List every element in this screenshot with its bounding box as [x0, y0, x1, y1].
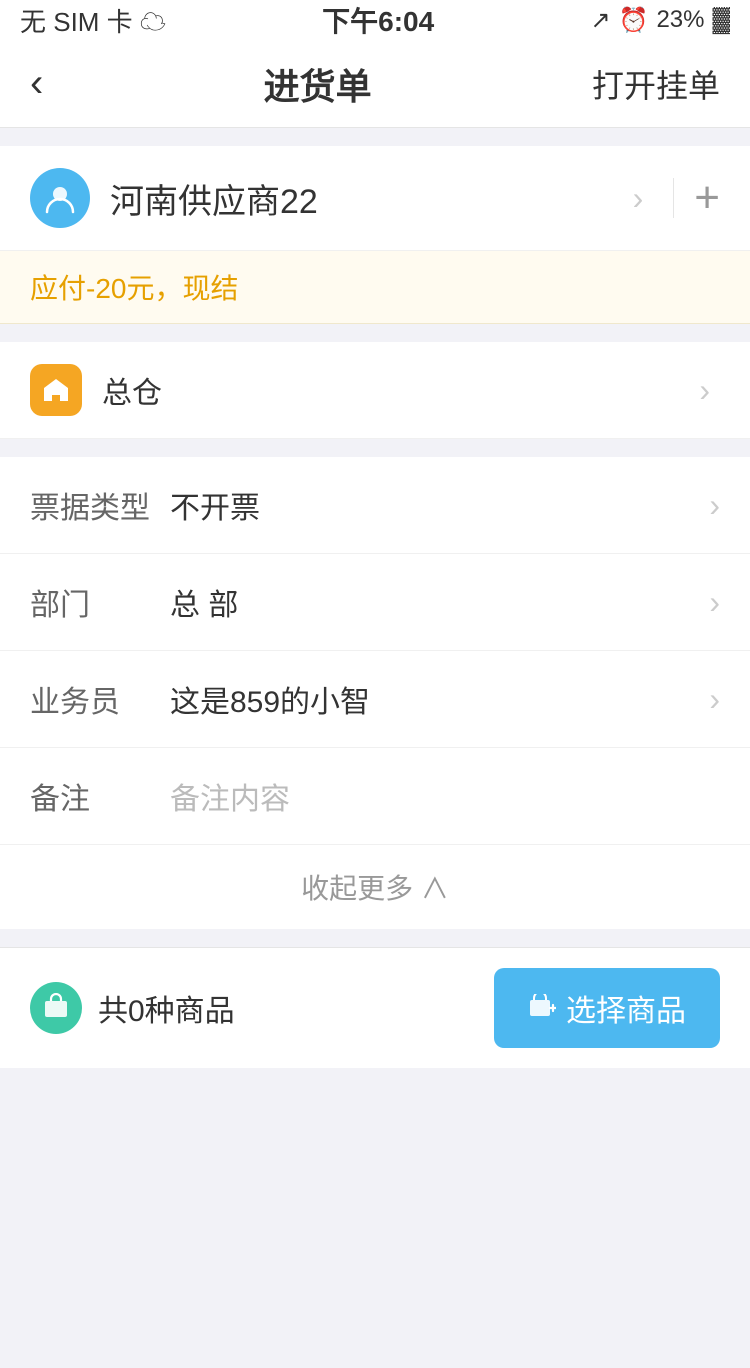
warehouse-card: 总仓 › [0, 342, 750, 439]
bottom-bar: 共0种商品 选择商品 [0, 947, 750, 1068]
supplier-row[interactable]: 河南供应商22 › + [0, 146, 750, 251]
notice-text: 应付-20元，现结 [30, 273, 238, 304]
remark-label: 备注 [30, 774, 170, 818]
product-icon-bg [30, 982, 82, 1034]
product-count-left: 共0种商品 [30, 982, 235, 1034]
main-content: 河南供应商22 › + 应付-20元，现结 总仓 › 票据类型 不开票 › [0, 128, 750, 1368]
page-title: 进货单 [264, 58, 372, 110]
location-icon: ↗ [590, 6, 610, 35]
salesperson-label: 业务员 [30, 677, 170, 721]
remark-placeholder[interactable]: 备注内容 [170, 774, 720, 818]
alarm-icon: ⏰ [619, 6, 649, 35]
open-pending-button[interactable]: 打开挂单 [592, 61, 720, 107]
warehouse-value: 总仓 [102, 368, 699, 412]
notice-row: 应付-20元，现结 [0, 251, 750, 324]
supplier-name: 河南供应商22 [110, 174, 633, 223]
product-count-label: 共0种商品 [98, 986, 235, 1030]
supplier-chevron-icon: › [633, 180, 644, 217]
section-gap-4 [0, 929, 750, 947]
salesperson-row[interactable]: 业务员 这是859的小智 › [0, 651, 750, 748]
ticket-type-value: 不开票 [170, 483, 709, 527]
status-time: 下午6:04 [322, 0, 434, 40]
status-left: 无 SIM 卡 ☁ [20, 2, 166, 39]
battery-icon: ▓ [713, 6, 731, 34]
collapse-row[interactable]: 收起更多 ∧ [0, 845, 750, 929]
warehouse-icon-bg [30, 364, 82, 416]
nav-bar: ‹ 进货单 打开挂单 [0, 40, 750, 128]
ticket-type-chevron-icon: › [709, 487, 720, 524]
no-sim-label: 无 SIM 卡 ☁ [20, 2, 166, 39]
warehouse-chevron-icon: › [699, 372, 710, 409]
section-gap-2 [0, 324, 750, 342]
department-row[interactable]: 部门 总 部 › [0, 554, 750, 651]
page-background [0, 1068, 750, 1368]
supplier-card: 河南供应商22 › + 应付-20元，现结 [0, 146, 750, 324]
department-label: 部门 [30, 580, 170, 624]
select-goods-icon [528, 994, 556, 1022]
select-goods-label: 选择商品 [566, 986, 686, 1030]
remark-row[interactable]: 备注 备注内容 [0, 748, 750, 845]
section-gap-3 [0, 439, 750, 457]
collapse-label: 收起更多 ∧ [301, 867, 449, 907]
department-value: 总 部 [170, 580, 709, 624]
select-goods-button[interactable]: 选择商品 [494, 968, 720, 1048]
warehouse-row[interactable]: 总仓 › [0, 342, 750, 439]
supplier-divider [673, 178, 674, 218]
battery-label: 23% [656, 6, 704, 34]
section-gap-1 [0, 128, 750, 146]
department-chevron-icon: › [709, 584, 720, 621]
add-supplier-button[interactable]: + [694, 176, 720, 220]
form-card: 票据类型 不开票 › 部门 总 部 › 业务员 这是859的小智 › 备注 备注… [0, 457, 750, 929]
status-bar: 无 SIM 卡 ☁ 下午6:04 ↗ ⏰ 23% ▓ [0, 0, 750, 40]
status-right: ↗ ⏰ 23% ▓ [590, 6, 730, 35]
back-button[interactable]: ‹ [30, 61, 43, 106]
supplier-avatar [30, 168, 90, 228]
salesperson-value: 这是859的小智 [170, 677, 709, 721]
ticket-type-row[interactable]: 票据类型 不开票 › [0, 457, 750, 554]
ticket-type-label: 票据类型 [30, 483, 170, 527]
salesperson-chevron-icon: › [709, 681, 720, 718]
